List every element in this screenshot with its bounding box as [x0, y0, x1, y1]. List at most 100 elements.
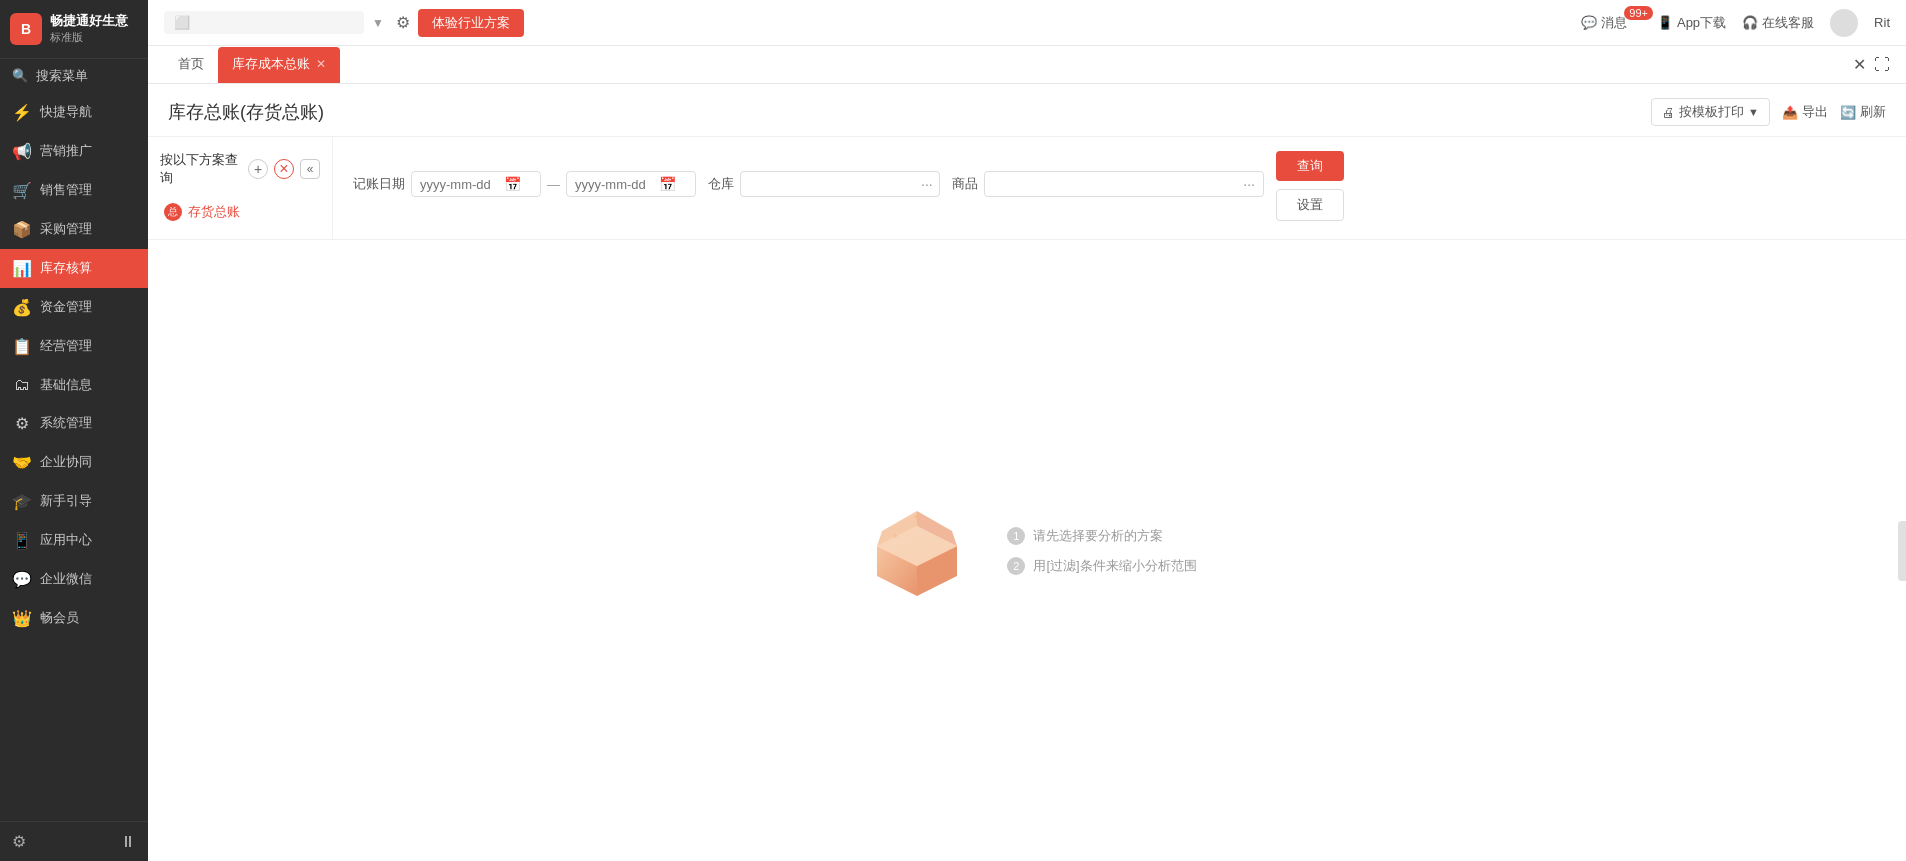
refresh-label: 刷新 [1860, 103, 1886, 121]
svg-text:✦: ✦ [892, 532, 899, 541]
date-end-input[interactable]: 📅 [566, 171, 696, 197]
product-more-icon[interactable]: ··· [1243, 176, 1255, 192]
filter-add-button[interactable]: + [248, 159, 268, 179]
sidebar-item-base[interactable]: 🗂 基础信息 [0, 366, 148, 404]
trial-button[interactable]: 体验行业方案 [418, 9, 524, 37]
empty-state: ✦ ✦ ✦ 1 请先选择要分析的方案 2 用[过滤]条件来缩小分析范围 [148, 240, 1906, 861]
sidebar-search-label: 搜索菜单 [36, 67, 88, 85]
sidebar-footer: ⚙ ⏸ [0, 821, 148, 861]
sidebar-item-sales[interactable]: 🛒 销售管理 [0, 171, 148, 210]
message-badge: 99+ [1624, 6, 1653, 20]
page-header: 库存总账(存货总账) 🖨 按模板打印 ▼ 📤 导出 🔄 刷新 [148, 84, 1906, 137]
refresh-button[interactable]: 🔄 刷新 [1840, 103, 1886, 121]
sidebar-item-marketing[interactable]: 📢 营销推广 [0, 132, 148, 171]
sidebar-item-apps[interactable]: 📱 应用中心 [0, 521, 148, 560]
filter-action-buttons: 查询 设置 [1276, 147, 1344, 221]
online-service-button[interactable]: 🎧 在线客服 [1742, 14, 1814, 32]
filter-scheme-panel: 按以下方案查询 + × « 总 存货总账 [148, 137, 333, 239]
sidebar-item-guide[interactable]: 🎓 新手引导 [0, 482, 148, 521]
header-gear-icon[interactable]: ⚙ [396, 13, 410, 32]
sidebar-item-purchase[interactable]: 📦 采购管理 [0, 210, 148, 249]
settings-footer-btn[interactable]: ⚙ [12, 832, 26, 851]
sales-icon: 🛒 [12, 181, 32, 200]
svg-text:✦: ✦ [932, 529, 939, 538]
warehouse-more-icon[interactable]: ··· [921, 176, 933, 192]
date-start-field[interactable] [420, 177, 500, 192]
sidebar-item-label: 应用中心 [40, 531, 92, 549]
scheme-icon: 总 [164, 203, 182, 221]
sidebar-logo: B 畅捷通好生意 标准版 [0, 0, 148, 59]
warehouse-input[interactable]: ··· [740, 171, 940, 197]
scheme-item-inventory-total[interactable]: 总 存货总账 [148, 195, 332, 229]
calendar-start-icon[interactable]: 📅 [504, 176, 521, 192]
export-label: 导出 [1802, 103, 1828, 121]
filter-settings-button[interactable]: 设置 [1276, 189, 1344, 221]
calendar-end-icon[interactable]: 📅 [659, 176, 676, 192]
filter-right-controls: 记账日期 📅 — 📅 仓库 [333, 137, 1906, 239]
app-download-button[interactable]: 📱 App下载 [1657, 14, 1726, 32]
message-button[interactable]: 💬 消息 99+ [1581, 14, 1641, 32]
purchase-icon: 📦 [12, 220, 32, 239]
filter-del-button[interactable]: × [274, 159, 294, 179]
sidebar-item-label: 经营管理 [40, 337, 92, 355]
product-field[interactable] [993, 177, 1239, 192]
main-area: ⬜ ▼ ⚙ 体验行业方案 💬 消息 99+ 📱 App下载 🎧 在线客服 Rit [148, 0, 1906, 861]
wechat-icon: 💬 [12, 570, 32, 589]
corp-icon: 🤝 [12, 453, 32, 472]
sidebar-item-label: 系统管理 [40, 414, 92, 432]
printer-icon: 🖨 [1662, 105, 1675, 120]
date-end-field[interactable] [575, 177, 655, 192]
audio-footer-btn[interactable]: ⏸ [120, 833, 136, 851]
base-icon: 🗂 [12, 376, 32, 394]
print-button[interactable]: 🖨 按模板打印 ▼ [1651, 98, 1770, 126]
finance-icon: 💰 [12, 298, 32, 317]
right-panel-handle[interactable] [1898, 521, 1906, 581]
full-filter-area: 按以下方案查询 + × « 总 存货总账 记账日期 [148, 137, 1906, 240]
header-chevron-icon[interactable]: ▼ [372, 16, 384, 30]
marketing-icon: 📢 [12, 142, 32, 161]
sidebar-item-system[interactable]: ⚙ 系统管理 [0, 404, 148, 443]
header-right: 💬 消息 99+ 📱 App下载 🎧 在线客服 Rit [1581, 9, 1890, 37]
sidebar-item-member[interactable]: 👑 畅会员 [0, 599, 148, 638]
scheme-item-label: 存货总账 [188, 203, 240, 221]
export-button[interactable]: 📤 导出 [1782, 103, 1828, 121]
sidebar-item-shortcut[interactable]: ⚡ 快捷导航 [0, 93, 148, 132]
filter-collapse-button[interactable]: « [300, 159, 320, 179]
tab-bar: 首页 库存成本总账 ✕ ✕ ⛶ [148, 46, 1906, 84]
top-header: ⬜ ▼ ⚙ 体验行业方案 💬 消息 99+ 📱 App下载 🎧 在线客服 Rit [148, 0, 1906, 46]
warehouse-label: 仓库 [708, 175, 734, 193]
date-filter-group: 记账日期 📅 — 📅 [353, 171, 696, 197]
window-expand-icon[interactable]: ⛶ [1874, 56, 1890, 74]
filter-inputs-row: 记账日期 📅 — 📅 仓库 [353, 147, 1886, 221]
svg-text:✦: ✦ [912, 510, 922, 524]
brand-name: 畅捷通好生意 [50, 12, 128, 30]
sidebar-item-operations[interactable]: 📋 经营管理 [0, 327, 148, 366]
sidebar-item-inventory[interactable]: 📊 库存核算 [0, 249, 148, 288]
tip-num-2: 2 [1007, 557, 1025, 575]
edition-label: 标准版 [50, 30, 128, 45]
sidebar-item-label: 基础信息 [40, 376, 92, 394]
print-label: 按模板打印 [1679, 103, 1744, 121]
sidebar-item-corp[interactable]: 🤝 企业协同 [0, 443, 148, 482]
tab-inventory-ledger[interactable]: 库存成本总账 ✕ [218, 47, 340, 83]
sidebar-item-wechat[interactable]: 💬 企业微信 [0, 560, 148, 599]
username-label: Rit [1874, 15, 1890, 30]
app-label: App下载 [1677, 14, 1726, 32]
product-label: 商品 [952, 175, 978, 193]
sidebar-item-label: 资金管理 [40, 298, 92, 316]
warehouse-field[interactable] [749, 177, 917, 192]
tab-close-icon[interactable]: ✕ [316, 58, 326, 70]
empty-tip-2: 2 用[过滤]条件来缩小分析范围 [1007, 557, 1196, 575]
export-icon: 📤 [1782, 105, 1798, 120]
sidebar-nav: ⚡ 快捷导航 📢 营销推广 🛒 销售管理 📦 采购管理 📊 库存核算 💰 资金管… [0, 93, 148, 821]
query-button[interactable]: 查询 [1276, 151, 1344, 181]
date-start-input[interactable]: 📅 [411, 171, 541, 197]
window-close-icon[interactable]: ✕ [1853, 55, 1866, 74]
header-search-area[interactable]: ⬜ [164, 11, 364, 34]
tab-home[interactable]: 首页 [164, 47, 218, 83]
sidebar-search[interactable]: 🔍 搜索菜单 [0, 59, 148, 93]
header-search-icon: ⬜ [174, 15, 190, 30]
product-input[interactable]: ··· [984, 171, 1264, 197]
user-avatar[interactable] [1830, 9, 1858, 37]
sidebar-item-finance[interactable]: 💰 资金管理 [0, 288, 148, 327]
